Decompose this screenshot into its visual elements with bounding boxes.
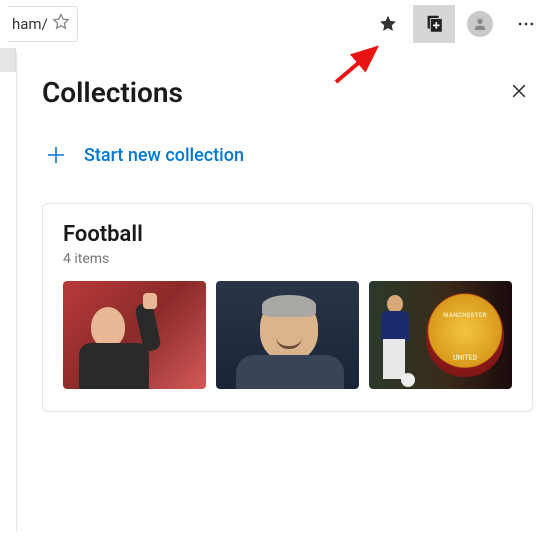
thumbnail-1[interactable] (63, 281, 206, 389)
collections-button[interactable] (413, 5, 455, 43)
tabstrip-edge (0, 48, 16, 72)
collection-name: Football (63, 222, 512, 247)
favorites-button[interactable] (367, 5, 409, 43)
collection-thumbnails: MANCHESTER UNITED (63, 281, 512, 389)
panel-divider (16, 52, 17, 532)
url-text: ham/ (12, 15, 48, 33)
plus-icon (44, 143, 68, 167)
panel-title: Collections (42, 76, 183, 109)
browser-toolbar: ham/ (0, 0, 555, 48)
collections-panel: Collections Start new collection Footbal… (30, 60, 545, 537)
panel-header: Collections (42, 76, 533, 109)
start-new-collection[interactable]: Start new collection (42, 137, 533, 173)
club-crest: MANCHESTER UNITED (426, 293, 504, 377)
new-collection-label: Start new collection (84, 145, 244, 166)
star-outline-icon[interactable] (51, 12, 71, 36)
thumbnail-3[interactable]: MANCHESTER UNITED (369, 281, 512, 389)
thumbnail-2[interactable] (216, 281, 359, 389)
profile-button[interactable] (459, 5, 501, 43)
more-button[interactable] (505, 5, 547, 43)
close-button[interactable] (505, 77, 533, 109)
address-bar-fragment[interactable]: ham/ (8, 6, 78, 42)
avatar-icon (467, 11, 493, 37)
collection-card[interactable]: Football 4 items MANCHESTER UNITED (42, 203, 533, 412)
collection-count: 4 items (63, 251, 512, 267)
